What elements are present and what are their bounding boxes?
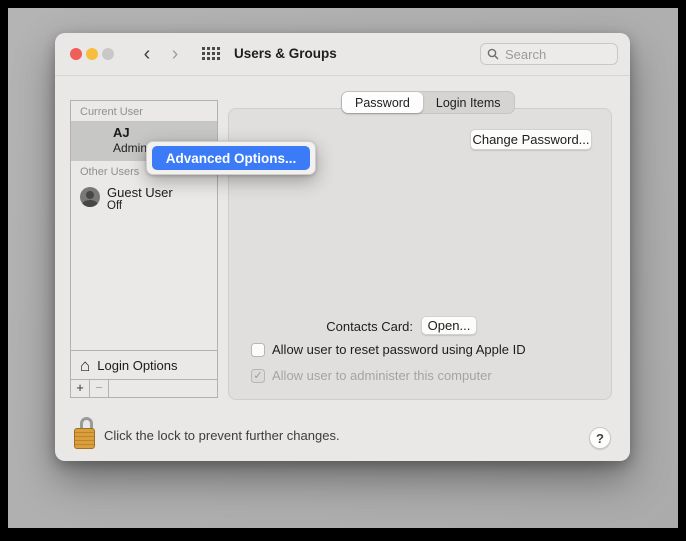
guest-user-row[interactable]: Guest User Off: [71, 181, 217, 217]
tab-login-items[interactable]: Login Items: [423, 92, 514, 113]
forward-button: ›: [163, 41, 187, 67]
current-user-name: AJ: [113, 125, 209, 141]
remove-user-button: −: [90, 380, 109, 397]
search-input[interactable]: [503, 46, 611, 63]
title-bar: ‹ › Users & Groups: [55, 33, 630, 76]
login-options-label: Login Options: [97, 358, 177, 373]
minimize-window-button[interactable]: [86, 48, 98, 60]
context-menu: Advanced Options...: [146, 141, 316, 175]
help-button[interactable]: ?: [589, 427, 611, 449]
home-icon: ⌂: [80, 357, 90, 374]
back-button[interactable]: ‹: [135, 41, 159, 67]
search-field[interactable]: [480, 43, 618, 65]
contacts-card-open-button[interactable]: Open...: [421, 316, 477, 335]
tab-password[interactable]: Password: [342, 92, 423, 113]
administer-checkbox-row: ✓ Allow user to administer this computer: [251, 368, 492, 383]
window-title: Users & Groups: [234, 46, 337, 61]
login-options-row[interactable]: ⌂ Login Options: [71, 350, 217, 379]
add-user-button[interactable]: +: [71, 380, 90, 397]
guest-user-name: Guest User: [107, 185, 173, 200]
guest-avatar-icon: [80, 187, 100, 207]
users-groups-window: ‹ › Users & Groups Current User AJ Admin…: [55, 33, 630, 461]
show-all-grid-icon[interactable]: [202, 47, 221, 61]
lock-message: Click the lock to prevent further change…: [104, 428, 340, 443]
administer-label: Allow user to administer this computer: [272, 368, 492, 383]
add-remove-toolbar: + −: [71, 379, 217, 397]
administer-checkbox: ✓: [251, 369, 265, 383]
contacts-card-label: Contacts Card:: [55, 319, 413, 334]
tab-bar: Password Login Items: [341, 91, 515, 114]
reset-password-checkbox[interactable]: [251, 343, 265, 357]
zoom-window-button: [102, 48, 114, 60]
reset-password-checkbox-row: Allow user to reset password using Apple…: [251, 342, 526, 357]
reset-password-label: Allow user to reset password using Apple…: [272, 342, 526, 357]
unlocked-padlock-icon[interactable]: [74, 417, 98, 450]
search-icon: [487, 48, 499, 60]
current-user-header: Current User: [71, 101, 217, 121]
change-password-button[interactable]: Change Password...: [470, 129, 592, 150]
close-window-button[interactable]: [70, 48, 82, 60]
guest-user-status: Off: [107, 200, 173, 212]
advanced-options-menu-item[interactable]: Advanced Options...: [152, 146, 310, 170]
